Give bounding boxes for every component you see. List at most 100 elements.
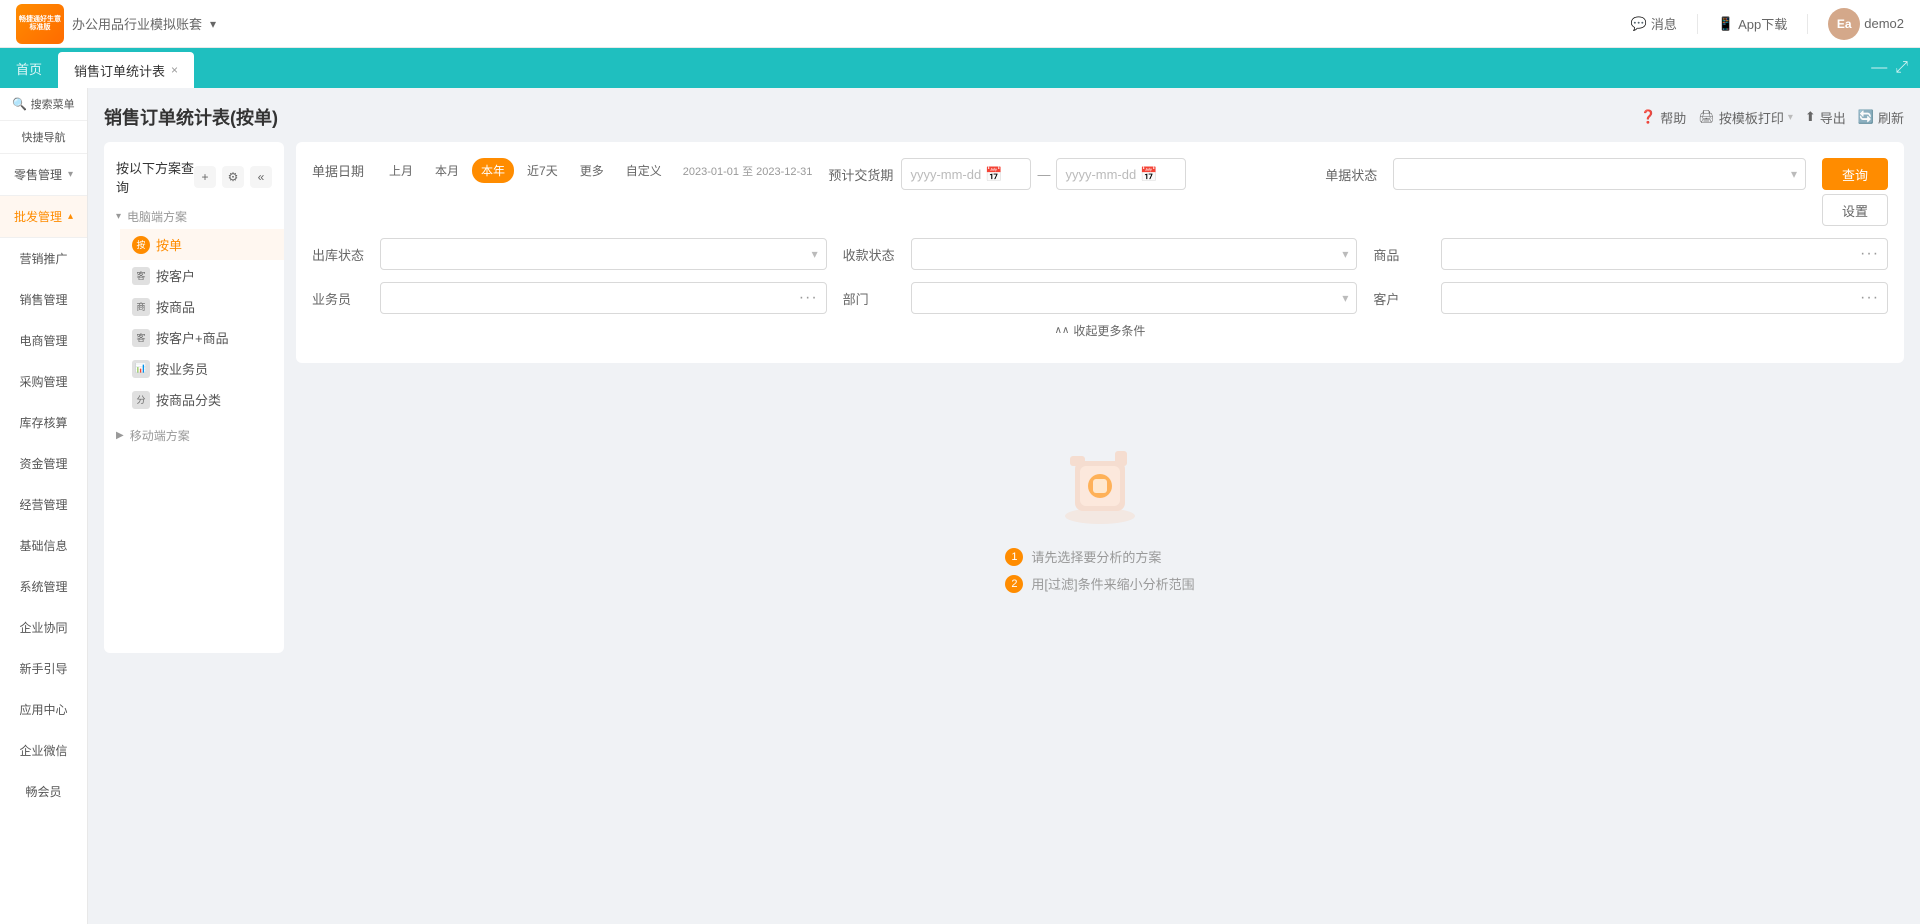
department-select[interactable]: ▾ <box>911 282 1358 314</box>
print-dropdown-icon: ▾ <box>1788 112 1793 123</box>
collapse-arrow: ▾ <box>116 211 121 222</box>
sidebar-item-ecommerce[interactable]: 电商管理 <box>0 320 87 361</box>
sidebar-item-wholesale[interactable]: 批发管理 ▴ <box>0 196 87 237</box>
wholesale-arrow: ▴ <box>68 211 73 222</box>
empty-hint-1: 1 请先选择要分析的方案 <box>1005 547 1194 566</box>
nav-right-icons: — ⤢ <box>1871 59 1920 77</box>
scheme-icon-order: 按 <box>132 236 150 254</box>
goods-group: 商品 ··· <box>1373 238 1888 270</box>
message-button[interactable]: 💬 消息 <box>1631 14 1677 33</box>
pill-last-month[interactable]: 上月 <box>380 158 422 183</box>
content-panels: 按以下方案查询 + ⚙ « ▾ 电脑端方案 按 <box>104 142 1904 653</box>
logo-text: 畅捷通好生意 标准版 <box>19 16 61 31</box>
department-caret: ▾ <box>1342 291 1348 305</box>
sidebar: 🔍 搜索菜单 快捷导航 零售管理 ▾ 批发管理 ▴ 营销推广 销售管理 电商管理 <box>0 88 88 924</box>
pill-last-7-days[interactable]: 近7天 <box>518 158 567 183</box>
tab-sales-order-stats[interactable]: 销售订单统计表 × <box>58 52 194 88</box>
main-layout: 🔍 搜索菜单 快捷导航 零售管理 ▾ 批发管理 ▴ 营销推广 销售管理 电商管理 <box>0 88 1920 924</box>
left-panel: 按以下方案查询 + ⚙ « ▾ 电脑端方案 按 <box>104 142 284 653</box>
message-icon: 💬 <box>1631 16 1647 32</box>
topbar-dropdown-icon[interactable]: ▾ <box>210 17 216 31</box>
hint-text-2: 用[过滤]条件来缩小分析范围 <box>1031 574 1194 593</box>
date-separator: — <box>1037 167 1050 182</box>
separator <box>1697 14 1698 34</box>
minimize-icon[interactable]: — <box>1871 59 1887 77</box>
mobile-section-header: ▶ 移动端方案 <box>104 423 284 448</box>
scheme-icon-salesperson: 📊 <box>132 360 150 378</box>
maximize-icon[interactable]: ⤢ <box>1895 59 1908 77</box>
pill-this-month[interactable]: 本月 <box>426 158 468 183</box>
sidebar-item-sales[interactable]: 销售管理 <box>0 279 87 320</box>
pill-more[interactable]: 更多 <box>571 158 613 183</box>
empty-hint-2: 2 用[过滤]条件来缩小分析范围 <box>1005 574 1194 593</box>
sidebar-quick-nav[interactable]: 快捷导航 <box>0 121 87 154</box>
status-label: 单据状态 <box>1325 165 1385 184</box>
tab-home[interactable]: 首页 <box>0 48 58 88</box>
sidebar-search[interactable]: 🔍 搜索菜单 <box>0 88 87 121</box>
sidebar-item-member[interactable]: 畅会员 <box>0 771 87 812</box>
goods-select[interactable]: ··· <box>1441 238 1888 270</box>
scheme-by-customer-goods[interactable]: 客 按客户+商品 <box>120 322 284 353</box>
salesperson-select[interactable]: ··· <box>380 282 827 314</box>
tab-close-button[interactable]: × <box>171 63 178 77</box>
customer-label: 客户 <box>1373 289 1433 308</box>
refresh-button[interactable]: 🔄 刷新 <box>1858 108 1904 127</box>
sidebar-item-app-center[interactable]: 应用中心 <box>0 689 87 730</box>
help-button[interactable]: ❓ 帮助 <box>1640 108 1686 127</box>
search-icon: 🔍 <box>12 97 27 111</box>
app-download-button[interactable]: 📱 App下载 <box>1718 14 1787 33</box>
sidebar-item-operations[interactable]: 经营管理 <box>0 484 87 525</box>
scheme-by-customer[interactable]: 客 按客户 <box>120 260 284 291</box>
ship-status-group: 出库状态 ▾ <box>312 238 827 270</box>
status-select[interactable]: ▾ <box>1393 158 1806 190</box>
collapse-bar[interactable]: ∧∧ 收起更多条件 <box>312 314 1888 347</box>
sidebar-item-retail[interactable]: 零售管理 ▾ <box>0 154 87 195</box>
settings-button[interactable]: 设置 <box>1822 194 1888 226</box>
topbar-left: 畅捷通好生意 标准版 办公用品行业模拟账套 ▾ <box>16 4 216 44</box>
salesperson-dots[interactable]: ··· <box>799 289 818 307</box>
collection-status-select[interactable]: ▾ <box>911 238 1358 270</box>
hint-num-1: 1 <box>1005 548 1023 566</box>
export-button[interactable]: ⬆ 导出 <box>1805 108 1846 127</box>
print-button[interactable]: 🖨 按模板打印 ▾ <box>1698 108 1793 127</box>
ship-status-select[interactable]: ▾ <box>380 238 827 270</box>
customer-select[interactable]: ··· <box>1441 282 1888 314</box>
mobile-collapse-arrow: ▶ <box>116 430 124 441</box>
query-button[interactable]: 查询 <box>1822 158 1888 190</box>
scheme-by-salesperson[interactable]: 📊 按业务员 <box>120 353 284 384</box>
hint-num-2: 2 <box>1005 575 1023 593</box>
sidebar-item-marketing[interactable]: 营销推广 <box>0 238 87 279</box>
sidebar-item-finance[interactable]: 资金管理 <box>0 443 87 484</box>
sidebar-item-purchase[interactable]: 采购管理 <box>0 361 87 402</box>
retail-arrow: ▾ <box>68 169 73 180</box>
expected-date-end-input[interactable]: yyyy-mm-dd 📅 <box>1056 158 1186 190</box>
sidebar-item-basic-info[interactable]: 基础信息 <box>0 525 87 566</box>
scheme-by-category[interactable]: 分 按商品分类 <box>120 384 284 415</box>
sidebar-item-newbie[interactable]: 新手引导 <box>0 648 87 689</box>
add-scheme-button[interactable]: + <box>194 166 216 188</box>
pill-custom[interactable]: 自定义 <box>617 158 671 183</box>
sidebar-item-enterprise[interactable]: 企业协同 <box>0 607 87 648</box>
collapse-panel-button[interactable]: « <box>250 166 272 188</box>
date-range-text: 2023-01-01 至 2023-12-31 <box>683 163 813 179</box>
sidebar-item-wechat[interactable]: 企业微信 <box>0 730 87 771</box>
expected-date-start-input[interactable]: yyyy-mm-dd 📅 <box>901 158 1031 190</box>
collection-status-label: 收款状态 <box>843 245 903 264</box>
goods-dots[interactable]: ··· <box>1860 245 1879 263</box>
sidebar-item-system[interactable]: 系统管理 <box>0 566 87 607</box>
user-menu[interactable]: Ea demo2 <box>1828 8 1904 40</box>
app-download-icon: 📱 <box>1718 16 1734 32</box>
scheme-icon-customer-goods: 客 <box>132 329 150 347</box>
scheme-by-order[interactable]: 按 按单 <box>120 229 284 260</box>
pill-this-year[interactable]: 本年 <box>472 158 514 183</box>
scheme-by-goods[interactable]: 商 按商品 <box>120 291 284 322</box>
customer-dots[interactable]: ··· <box>1860 289 1879 307</box>
content-inner: 销售订单统计表(按单) ❓ 帮助 🖨 按模板打印 ▾ ⬆ 导出 <box>88 88 1920 924</box>
desktop-section-header: ▾ 电脑端方案 <box>104 204 284 229</box>
salesperson-label: 业务员 <box>312 289 372 308</box>
scheme-icon-category: 分 <box>132 391 150 409</box>
settings-scheme-button[interactable]: ⚙ <box>222 166 244 188</box>
ship-status-caret: ▾ <box>812 247 818 261</box>
message-label: 消息 <box>1651 14 1677 33</box>
sidebar-item-inventory[interactable]: 库存核算 <box>0 402 87 443</box>
